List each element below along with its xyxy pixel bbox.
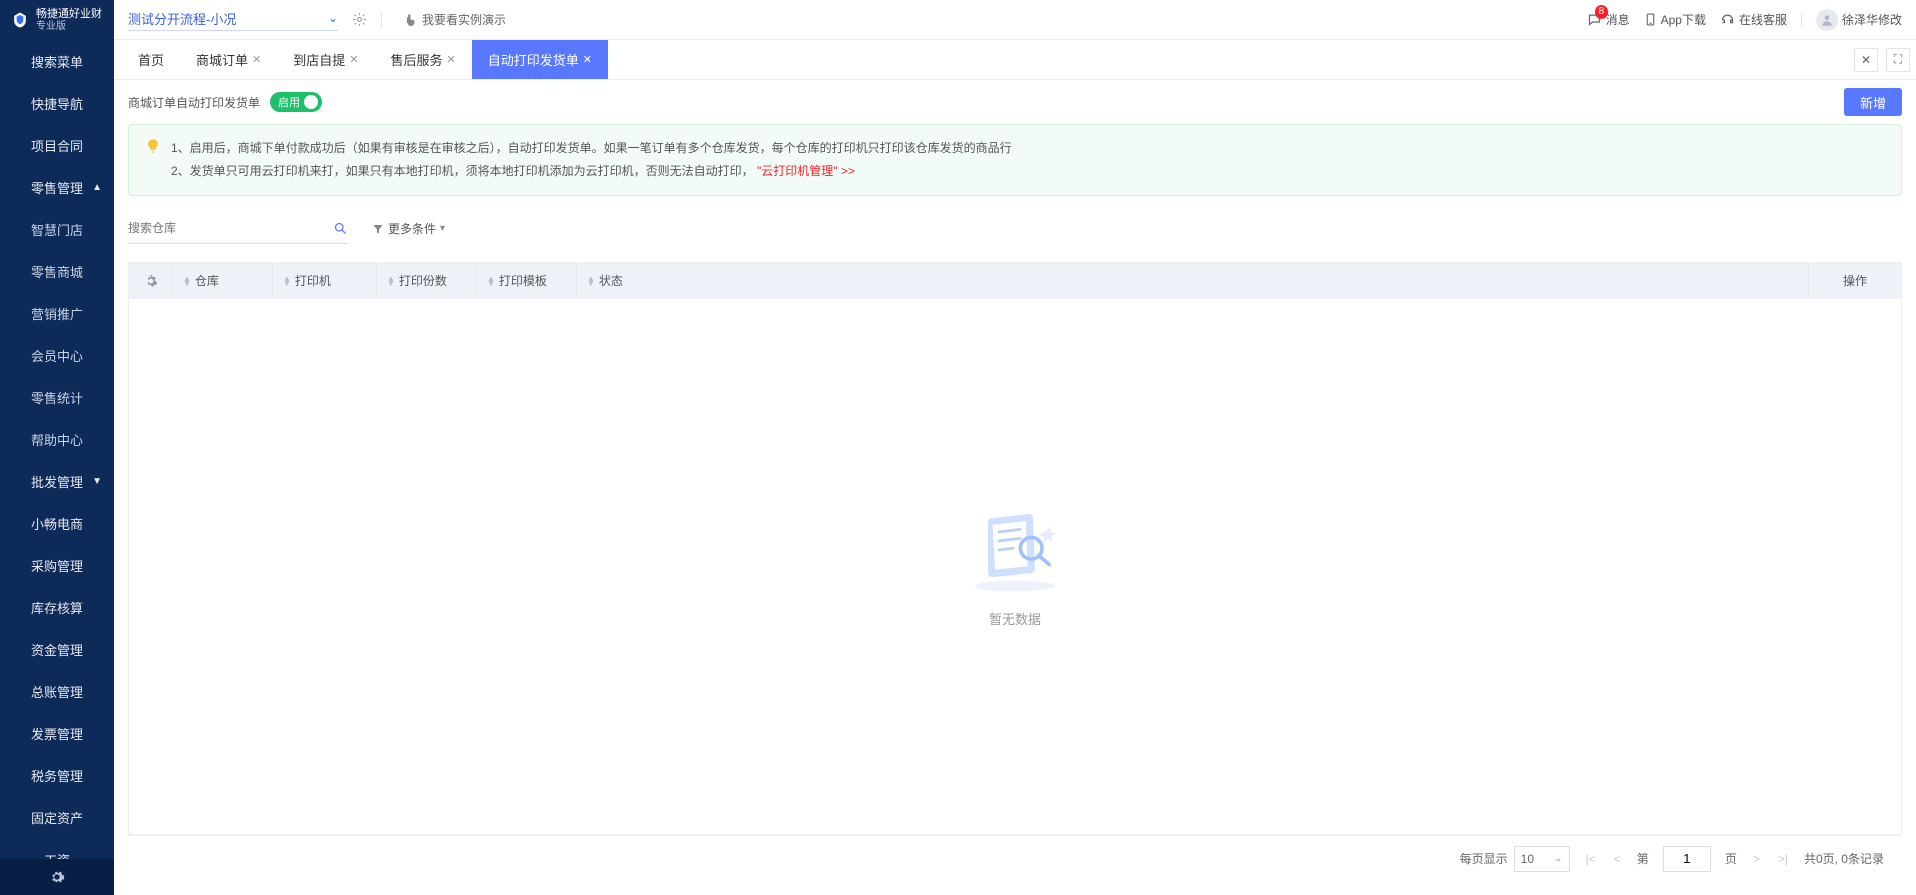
- finger-icon: [404, 13, 418, 27]
- col-template[interactable]: ▲▼打印模板: [477, 263, 577, 299]
- brand-icon: [10, 10, 30, 30]
- content: 1、启用后，商城下单付款成功后（如果有审核是在审核之后），自动打印发货单。如果一…: [114, 124, 1916, 895]
- sidebar-item-wholesale[interactable]: 批发管理▼: [0, 460, 114, 502]
- banner-line1: 1、启用后，商城下单付款成功后（如果有审核是在审核之后），自动打印发货单。如果一…: [171, 137, 1012, 160]
- new-button[interactable]: 新增: [1844, 88, 1902, 116]
- toggle-knob: [304, 95, 318, 109]
- close-icon[interactable]: ✕: [583, 53, 592, 66]
- feature-title: 商城订单自动打印发货单: [128, 94, 260, 111]
- project-selector[interactable]: 测试分开流程-小况 ⌄: [128, 9, 338, 31]
- col-status[interactable]: ▲▼状态: [577, 263, 1809, 299]
- empty-icon: [960, 505, 1070, 595]
- user-menu[interactable]: 徐泽华修改: [1816, 9, 1902, 31]
- warehouse-search[interactable]: [128, 214, 348, 244]
- chevron-down-icon: ⌄: [1554, 853, 1562, 864]
- brand-name: 畅捷通好业财: [36, 8, 102, 20]
- sidebar-item-invoice[interactable]: 发票管理: [0, 712, 114, 754]
- banner-line2: 2、发货单只可用云打印机来打，如果只有本地打印机，须将本地打印机添加为云打印机，…: [171, 164, 754, 178]
- sidebar-item-help[interactable]: 帮助中心: [0, 418, 114, 460]
- filter-row: 更多条件 ▾: [128, 214, 1902, 244]
- enable-toggle[interactable]: 启用: [270, 92, 322, 112]
- page-input[interactable]: [1663, 846, 1711, 872]
- lightbulb-icon: [145, 138, 161, 154]
- tab-home[interactable]: 首页: [122, 40, 180, 79]
- gear-icon: [49, 869, 65, 885]
- sidebar-item-smartstore[interactable]: 智慧门店: [0, 208, 114, 250]
- prev-page-button[interactable]: <: [1612, 852, 1623, 866]
- data-table: ▲▼仓库 ▲▼打印机 ▲▼打印份数 ▲▼打印模板 ▲▼状态 操作: [128, 262, 1902, 835]
- empty-state: 暂无数据: [129, 299, 1901, 834]
- close-icon[interactable]: ✕: [349, 53, 358, 66]
- brand-edition: 专业版: [36, 21, 102, 32]
- phone-icon: [1644, 12, 1657, 27]
- headset-icon: [1720, 12, 1735, 27]
- tab-mall-orders[interactable]: 商城订单✕: [180, 40, 277, 79]
- col-copies[interactable]: ▲▼打印份数: [377, 263, 477, 299]
- col-printer[interactable]: ▲▼打印机: [273, 263, 377, 299]
- search-icon[interactable]: [333, 221, 348, 236]
- col-action: 操作: [1809, 263, 1901, 299]
- tab-pickup[interactable]: 到店自提✕: [277, 40, 374, 79]
- project-name: 测试分开流程-小况: [128, 9, 236, 28]
- sidebar-settings[interactable]: [0, 859, 114, 895]
- chevron-down-icon: ⌄: [328, 11, 338, 25]
- sidebar-item-retailstats[interactable]: 零售统计: [0, 376, 114, 418]
- chevron-down-icon: ▾: [440, 223, 445, 234]
- sidebar-item-retail[interactable]: 零售管理▲: [0, 166, 114, 208]
- more-filters-button[interactable]: 更多条件 ▾: [372, 220, 445, 237]
- app-download-button[interactable]: App下载: [1644, 11, 1706, 28]
- support-button[interactable]: 在线客服: [1720, 11, 1787, 28]
- sidebar: 畅捷通好业财 专业版 搜索菜单 快捷导航 项目合同 零售管理▲ 智慧门店 零售商…: [0, 0, 114, 895]
- sidebar-nav: 搜索菜单 快捷导航 项目合同 零售管理▲ 智慧门店 零售商城 营销推广 会员中心…: [0, 40, 114, 859]
- sidebar-item-ledger[interactable]: 总账管理: [0, 670, 114, 712]
- fullscreen-button[interactable]: ⛶: [1886, 48, 1910, 72]
- chevron-up-icon: ▲: [92, 182, 102, 193]
- main-area: 测试分开流程-小况 ⌄ 我要看实例演示 8 消息 App下载 在线客服: [114, 0, 1916, 895]
- funnel-icon: [372, 223, 384, 235]
- table-header: ▲▼仓库 ▲▼打印机 ▲▼打印份数 ▲▼打印模板 ▲▼状态 操作: [129, 263, 1901, 299]
- sidebar-item-salary[interactable]: 工资: [0, 838, 114, 859]
- close-all-tabs-button[interactable]: ✕: [1854, 48, 1878, 72]
- sidebar-item-assets[interactable]: 固定资产: [0, 796, 114, 838]
- chevron-down-icon: ▼: [92, 476, 102, 487]
- cloud-printer-link[interactable]: "云打印机管理" >>: [757, 164, 855, 178]
- column-settings[interactable]: [129, 263, 173, 299]
- sidebar-item-inventory[interactable]: 库存核算: [0, 586, 114, 628]
- next-page-button[interactable]: >: [1751, 852, 1762, 866]
- close-icon[interactable]: ✕: [447, 53, 456, 66]
- messages-badge: 8: [1595, 5, 1609, 19]
- pagination: 每页显示 10⌄ |< < 第 页 > >| 共0页, 0条记录: [128, 835, 1902, 881]
- col-warehouse[interactable]: ▲▼仓库: [173, 263, 273, 299]
- sidebar-item-ecommerce[interactable]: 小畅电商: [0, 502, 114, 544]
- tab-aftersale[interactable]: 售后服务✕: [374, 40, 471, 79]
- sidebar-item-purchase[interactable]: 采购管理: [0, 544, 114, 586]
- sidebar-item-quicknav[interactable]: 快捷导航: [0, 82, 114, 124]
- sidebar-item-mall[interactable]: 零售商城: [0, 250, 114, 292]
- brand-logo: 畅捷通好业财 专业版: [0, 0, 114, 40]
- avatar-icon: [1816, 9, 1838, 31]
- info-banner: 1、启用后，商城下单付款成功后（如果有审核是在审核之后），自动打印发货单。如果一…: [128, 124, 1902, 196]
- sidebar-item-project[interactable]: 项目合同: [0, 124, 114, 166]
- sidebar-item-member[interactable]: 会员中心: [0, 334, 114, 376]
- pagination-summary: 共0页, 0条记录: [1804, 850, 1884, 867]
- messages-button[interactable]: 8 消息: [1587, 11, 1630, 28]
- first-page-button[interactable]: |<: [1584, 852, 1598, 866]
- last-page-button[interactable]: >|: [1776, 852, 1790, 866]
- gear-icon: [144, 274, 158, 288]
- sidebar-item-tax[interactable]: 税务管理: [0, 754, 114, 796]
- close-icon[interactable]: ✕: [252, 53, 261, 66]
- warehouse-search-input[interactable]: [128, 221, 333, 235]
- header: 测试分开流程-小况 ⌄ 我要看实例演示 8 消息 App下载 在线客服: [114, 0, 1916, 40]
- toolbar: 商城订单自动打印发货单 启用 新增: [114, 80, 1916, 124]
- demo-link[interactable]: 我要看实例演示: [404, 11, 506, 28]
- sidebar-item-search[interactable]: 搜索菜单: [0, 40, 114, 82]
- sidebar-item-marketing[interactable]: 营销推广: [0, 292, 114, 334]
- sidebar-item-funds[interactable]: 资金管理: [0, 628, 114, 670]
- tab-bar: 首页 商城订单✕ 到店自提✕ 售后服务✕ 自动打印发货单✕ ✕ ⛶: [114, 40, 1916, 80]
- empty-text: 暂无数据: [989, 609, 1041, 628]
- settings-icon[interactable]: [352, 12, 367, 27]
- tab-autoprint[interactable]: 自动打印发货单✕: [472, 40, 608, 79]
- page-size-selector[interactable]: 每页显示 10⌄: [1460, 846, 1570, 872]
